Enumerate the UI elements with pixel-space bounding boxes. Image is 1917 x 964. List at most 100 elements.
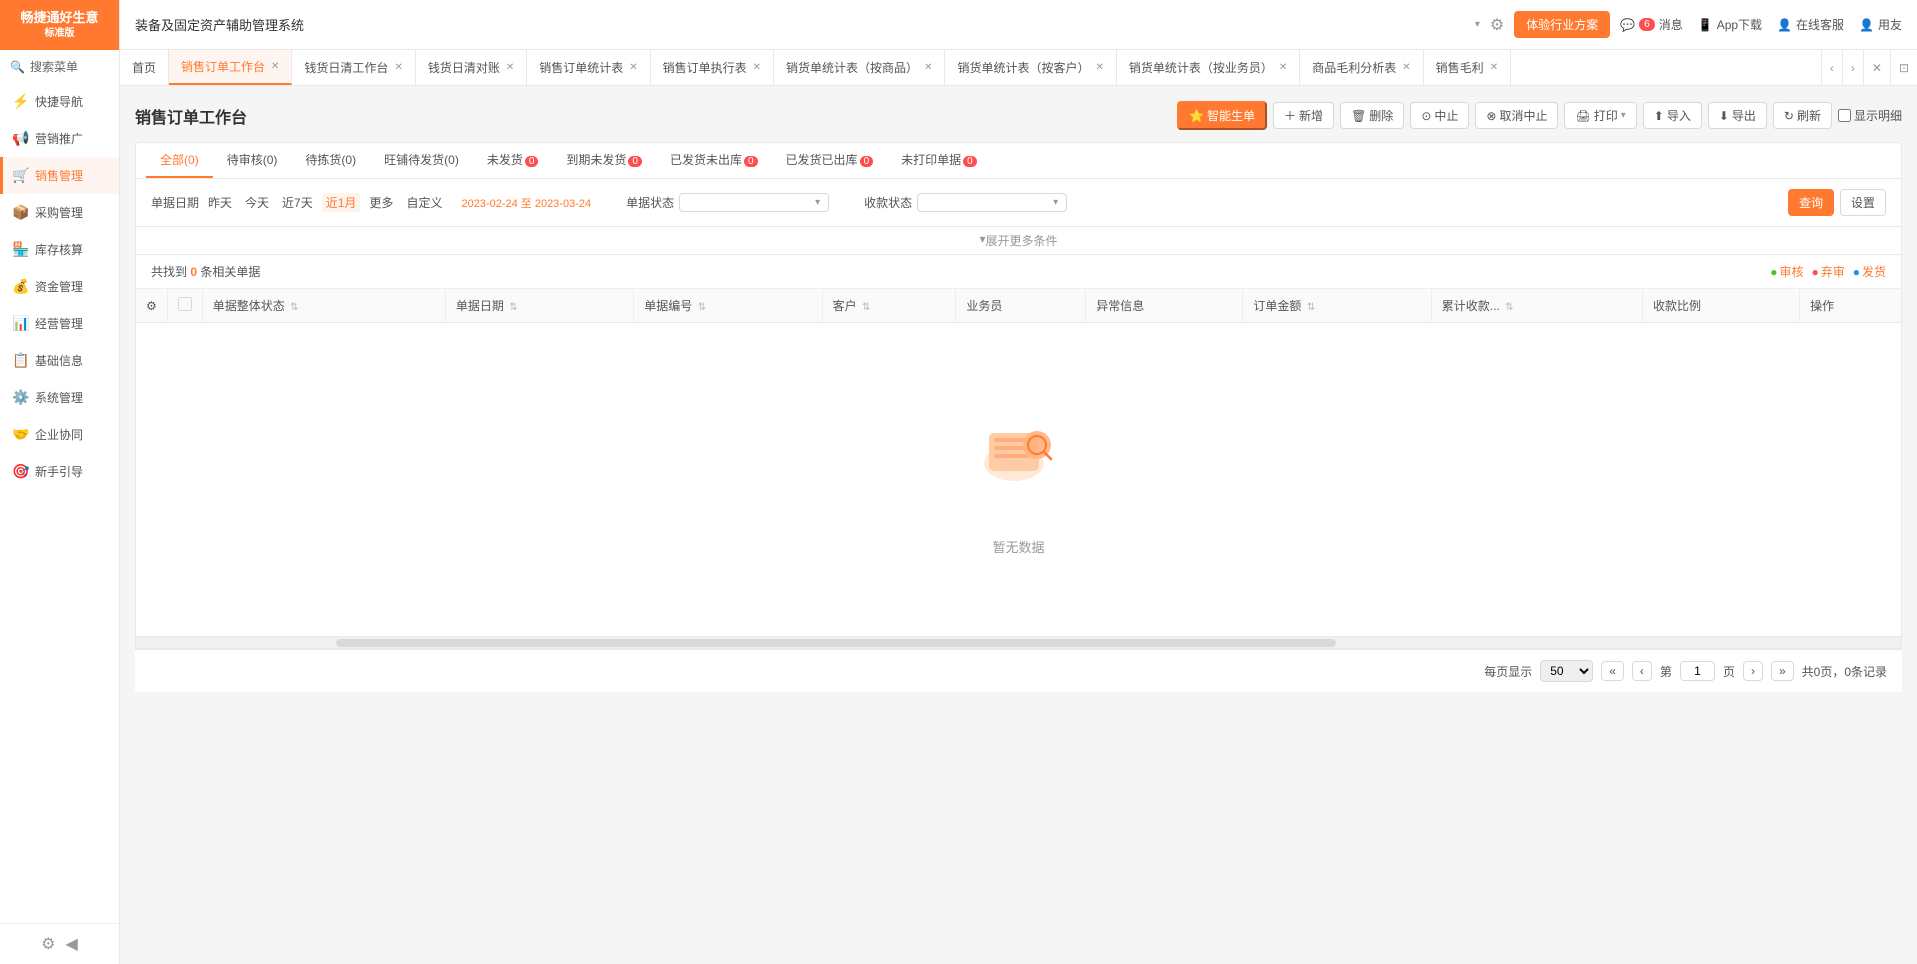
sidebar-search[interactable]: 🔍 搜索菜单 [0, 50, 119, 83]
date-option-yesterday[interactable]: 昨天 [204, 193, 236, 212]
tab-summary-customer[interactable]: 销货单统计表（按客户） ✕ [945, 50, 1116, 85]
cancel-stop-button[interactable]: ⊗ 取消中止 [1475, 102, 1558, 129]
import-button[interactable]: ⬆ 导入 [1643, 102, 1702, 129]
tab-scroll-right[interactable]: › [1842, 50, 1863, 86]
message-icon-item[interactable]: 💬 6 消息 [1620, 16, 1683, 33]
detail-checkbox-input[interactable] [1838, 109, 1851, 122]
sort-number-icon[interactable]: ⇅ [698, 302, 706, 313]
settings-bottom-icon[interactable]: ⚙ [41, 934, 55, 954]
sort-received-icon[interactable]: ⇅ [1505, 302, 1513, 313]
tab-cash-reconcile-close[interactable]: ✕ [506, 62, 514, 73]
horizontal-scrollbar[interactable] [135, 637, 1902, 649]
smart-btn[interactable]: ⭐ 智能生单 [1177, 101, 1267, 130]
online-service-item[interactable]: 👤 在线客服 [1777, 16, 1844, 33]
sidebar-item-system[interactable]: ⚙️ 系统管理 [0, 379, 119, 416]
logo-line1: 畅捷通好生意 [20, 9, 98, 27]
delete-button[interactable]: 🗑 删除 [1340, 102, 1404, 129]
tab-sales-stat-close[interactable]: ✕ [629, 62, 637, 73]
sidebar-item-sales[interactable]: 🛒 销售管理 [0, 157, 119, 194]
th-operation-label: 操作 [1810, 299, 1834, 313]
date-option-more[interactable]: 更多 [365, 193, 397, 212]
print-button[interactable]: 🖨 打印 ▾ [1564, 102, 1636, 129]
tab-sales-workbench-close[interactable]: ✕ [271, 61, 279, 72]
tab-cash-daily[interactable]: 钱货日清工作台 ✕ [292, 50, 415, 85]
sub-tab-overdue[interactable]: 到期未发货0 [552, 143, 656, 178]
sort-customer-icon[interactable]: ⇅ [862, 302, 870, 313]
system-dropdown-icon[interactable]: ▾ [1475, 19, 1480, 30]
tab-cash-reconcile[interactable]: 钱货日清对账 ✕ [416, 50, 527, 85]
collapse-icon[interactable]: ◀ [66, 934, 78, 954]
sidebar-item-operation[interactable]: 📊 经营管理 [0, 305, 119, 342]
show-detail-checkbox[interactable]: 显示明细 [1838, 107, 1902, 124]
tab-summary-customer-close[interactable]: ✕ [1095, 62, 1103, 73]
date-option-last1month[interactable]: 近1月 [322, 193, 361, 212]
tab-close-all[interactable]: ✕ [1863, 50, 1890, 86]
sub-tab-wangpu[interactable]: 旺铺待发货(0) [370, 143, 473, 178]
tab-summary-product[interactable]: 销货单统计表（按商品） ✕ [774, 50, 945, 85]
expand-more-btn[interactable]: ▾ 展开更多条件 [135, 227, 1902, 255]
tab-product-margin-close[interactable]: ✕ [1402, 62, 1410, 73]
tab-sales-stat[interactable]: 销售订单统计表 ✕ [527, 50, 650, 85]
sidebar-item-inventory[interactable]: 🏪 库存核算 [0, 231, 119, 268]
header-checkbox[interactable] [178, 297, 192, 311]
user-item[interactable]: 👤 用友 [1859, 16, 1902, 33]
page-size-select[interactable]: 50 10 20 100 [1540, 660, 1593, 682]
tab-summary-staff-close[interactable]: ✕ [1279, 62, 1287, 73]
date-option-custom[interactable]: 自定义 [402, 193, 446, 212]
tab-sales-workbench[interactable]: 销售订单工作台 ✕ [169, 50, 292, 85]
date-option-last7[interactable]: 近7天 [278, 193, 317, 212]
prev-page-btn[interactable]: ‹ [1632, 661, 1652, 681]
last-page-btn[interactable]: » [1771, 661, 1794, 681]
payment-select[interactable]: ▾ [917, 193, 1067, 212]
action-cancel[interactable]: ● 弃审 [1811, 263, 1844, 280]
tab-sales-exec[interactable]: 销售订单执行表 ✕ [651, 50, 774, 85]
sidebar-item-basic[interactable]: 📋 基础信息 [0, 342, 119, 379]
sub-tab-shipped-out[interactable]: 已发货已出库0 [772, 143, 888, 178]
next-page-btn[interactable]: › [1743, 661, 1763, 681]
tab-expand[interactable]: ⊡ [1890, 50, 1917, 86]
export-button[interactable]: ⬇ 导出 [1708, 102, 1767, 129]
tab-summary-staff[interactable]: 销货单统计表（按业务员） ✕ [1117, 50, 1300, 85]
scrollbar-thumb[interactable] [336, 639, 1336, 647]
sub-tab-all[interactable]: 全部(0) [146, 143, 213, 178]
sub-tab-pending-inspect[interactable]: 待拣货(0) [291, 143, 370, 178]
tab-cash-daily-close[interactable]: ✕ [394, 62, 402, 73]
sidebar-item-finance[interactable]: 💰 资金管理 [0, 268, 119, 305]
tab-sales-exec-close[interactable]: ✕ [753, 62, 761, 73]
date-option-today[interactable]: 今天 [241, 193, 273, 212]
sidebar-item-purchase[interactable]: 📦 采购管理 [0, 194, 119, 231]
stop-button[interactable]: ⊙ 中止 [1410, 102, 1469, 129]
sub-tab-shipped-not-out[interactable]: 已发货未出库0 [656, 143, 772, 178]
tab-sales-profit-close[interactable]: ✕ [1490, 62, 1498, 73]
first-page-btn[interactable]: « [1601, 661, 1624, 681]
refresh-button[interactable]: ↻ 刷新 [1773, 102, 1832, 129]
sub-tab-not-printed[interactable]: 未打印单据0 [887, 143, 991, 178]
status-select[interactable]: ▾ [679, 193, 829, 212]
experience-button[interactable]: 体验行业方案 [1514, 11, 1610, 38]
sort-status-icon[interactable]: ⇅ [290, 302, 298, 313]
th-check[interactable] [167, 289, 202, 323]
settings-query-button[interactable]: 设置 [1840, 189, 1886, 216]
page-input[interactable] [1680, 661, 1715, 681]
header-gear-icon[interactable]: ⚙ [1490, 15, 1504, 35]
th-settings[interactable]: ⚙ [136, 289, 167, 323]
sidebar-item-quicknav[interactable]: ⚡ 快捷导航 [0, 83, 119, 120]
sort-amount-icon[interactable]: ⇅ [1307, 302, 1315, 313]
app-download-item[interactable]: 📱 App下载 [1698, 16, 1762, 33]
sub-tab-not-shipped[interactable]: 未发货0 [473, 143, 553, 178]
action-ship[interactable]: ● 发货 [1853, 263, 1886, 280]
sidebar-item-enterprise[interactable]: 🤝 企业协同 [0, 416, 119, 453]
tab-summary-product-close[interactable]: ✕ [924, 62, 932, 73]
tab-sales-profit[interactable]: 销售毛利 ✕ [1424, 50, 1511, 85]
query-button[interactable]: 查询 [1788, 189, 1834, 216]
sort-date-icon[interactable]: ⇅ [509, 302, 517, 313]
tab-product-margin[interactable]: 商品毛利分析表 ✕ [1300, 50, 1423, 85]
add-button[interactable]: ＋ 新增 [1273, 102, 1334, 129]
tab-scroll-left[interactable]: ‹ [1821, 50, 1842, 86]
sidebar-item-guide[interactable]: 🎯 新手引导 [0, 453, 119, 490]
sidebar-item-marketing[interactable]: 📢 营销推广 [0, 120, 119, 157]
action-review[interactable]: ● 审核 [1770, 263, 1803, 280]
sub-tab-pending-review[interactable]: 待审核(0) [213, 143, 292, 178]
pagination-bar: 每页显示 50 10 20 100 « ‹ 第 页 › » 共0页，0条记录 [135, 649, 1902, 692]
tab-home[interactable]: 首页 [120, 50, 169, 85]
